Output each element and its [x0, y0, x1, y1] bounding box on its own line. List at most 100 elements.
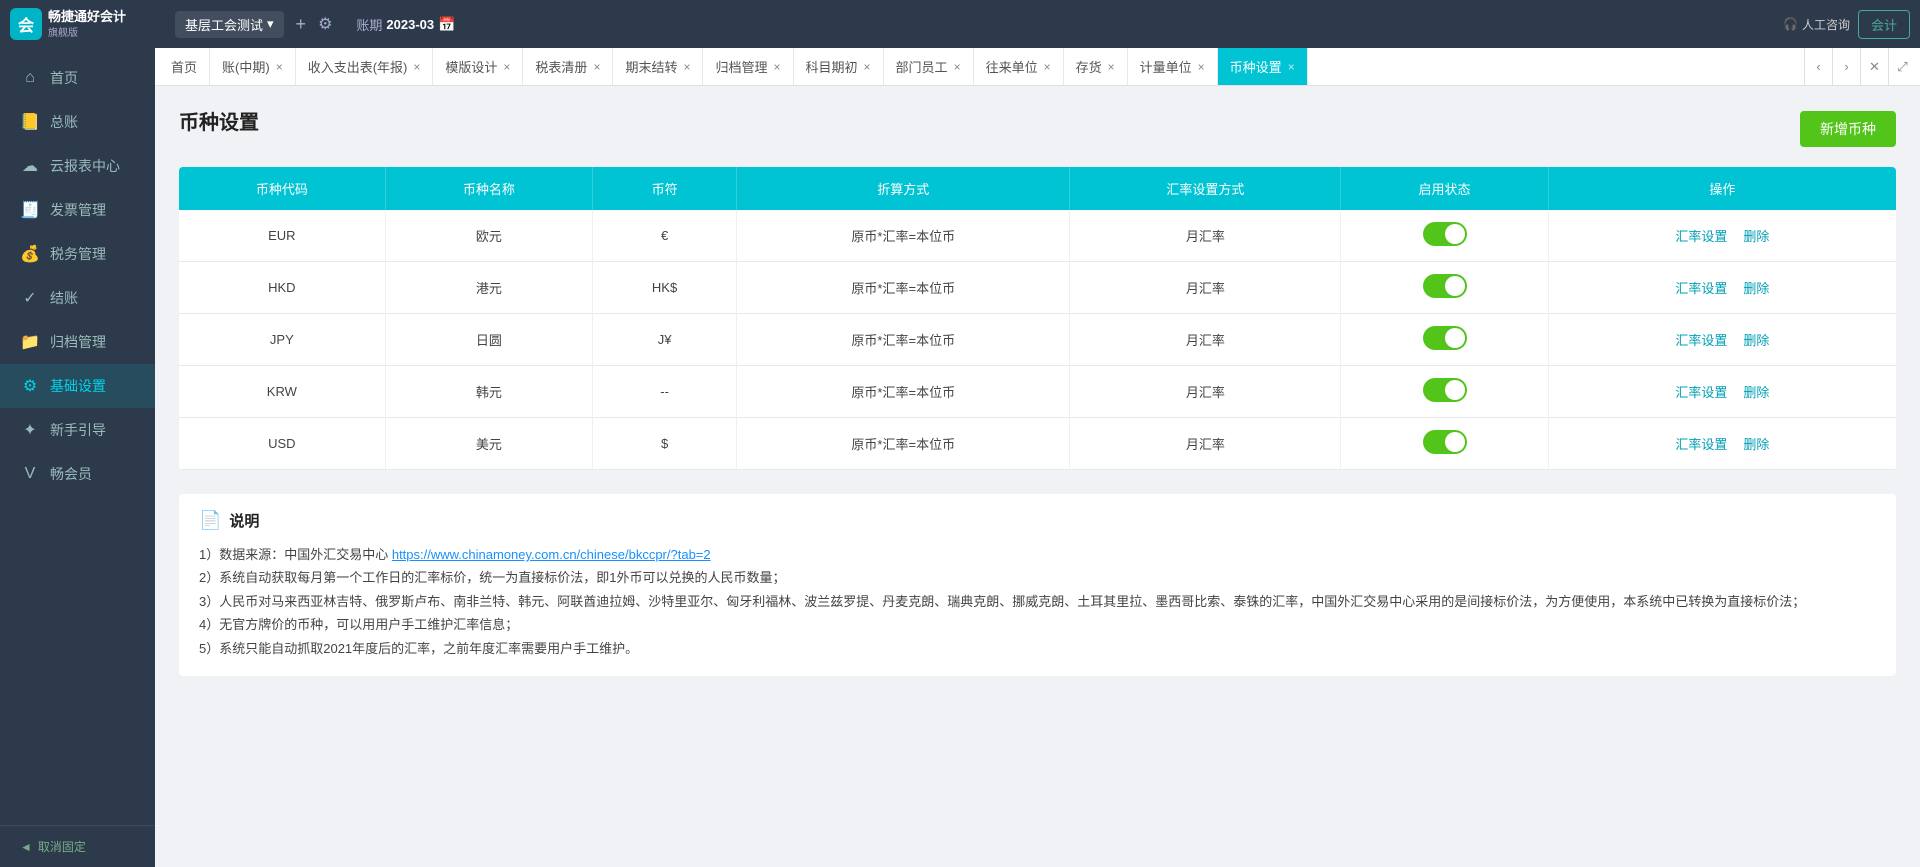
- tab-label-balance: 账(中期): [222, 57, 270, 76]
- delete-link-HKD[interactable]: 删除: [1743, 281, 1769, 296]
- tab-home[interactable]: 首页: [159, 48, 210, 86]
- table-row: USD美元$原币*汇率=本位币月汇率汇率设置删除: [179, 418, 1896, 470]
- tab-income[interactable]: 收入支出表(年报)×: [296, 48, 434, 86]
- add-tab-btn[interactable]: +: [296, 14, 307, 35]
- tab-label-archive: 归档管理: [715, 57, 767, 76]
- tab-expand-btn[interactable]: ⤢: [1888, 48, 1916, 86]
- tab-close-all-btn[interactable]: ✕: [1860, 48, 1888, 86]
- tab-close-unit[interactable]: ×: [1198, 60, 1205, 74]
- toggle-enabled-HKD[interactable]: [1423, 274, 1467, 298]
- cell-actions: 汇率设置 删除: [1548, 210, 1896, 262]
- toggle-enabled-JPY[interactable]: [1423, 326, 1467, 350]
- notice-item: 4）无官方牌价的币种，可以用用户手工维护汇率信息；: [199, 613, 1876, 636]
- tab-balance[interactable]: 账(中期) ×: [210, 48, 296, 86]
- tab-subject[interactable]: 科目期初×: [794, 48, 884, 86]
- notice-list: 1）数据来源：中国外汇交易中心 https://www.chinamoney.c…: [199, 543, 1876, 660]
- table-row: HKD港元HK$原币*汇率=本位币月汇率汇率设置删除: [179, 262, 1896, 314]
- rate-setting-link-USD[interactable]: 汇率设置: [1675, 437, 1727, 452]
- tab-close-tax[interactable]: ×: [593, 60, 600, 74]
- tab-unit[interactable]: 计量单位×: [1128, 48, 1218, 86]
- logo-name: 畅捷通好会计: [48, 9, 126, 25]
- pin-icon: ◄: [20, 840, 32, 854]
- cell-conversion: 原币*汇率=本位币: [737, 418, 1070, 470]
- sidebar-item-report[interactable]: ☁云报表中心: [0, 144, 155, 188]
- toggle-enabled-USD[interactable]: [1423, 430, 1467, 454]
- cell-rate-type: 月汇率: [1070, 366, 1341, 418]
- tab-next-btn[interactable]: ›: [1832, 48, 1860, 86]
- tab-period[interactable]: 期末结转×: [613, 48, 703, 86]
- toggle-enabled-KRW[interactable]: [1423, 378, 1467, 402]
- toggle-enabled-EUR[interactable]: [1423, 222, 1467, 246]
- cell-rate-type: 月汇率: [1070, 262, 1341, 314]
- sidebar-item-home[interactable]: ⌂首页: [0, 56, 155, 100]
- rate-setting-link-HKD[interactable]: 汇率设置: [1675, 281, 1727, 296]
- sidebar-item-tax[interactable]: 💰税务管理: [0, 232, 155, 276]
- cell-name: 欧元: [385, 210, 592, 262]
- cell-rate-type: 月汇率: [1070, 210, 1341, 262]
- sidebar-item-vip[interactable]: V畅会员: [0, 452, 155, 496]
- notice-item: 1）数据来源：中国外汇交易中心 https://www.chinamoney.c…: [199, 543, 1876, 566]
- sidebar-label-checkout: 结账: [50, 288, 78, 308]
- sidebar-item-invoice[interactable]: 🧾发票管理: [0, 188, 155, 232]
- tab-close-partner[interactable]: ×: [1044, 60, 1051, 74]
- tab-tax[interactable]: 税表清册 ×: [523, 48, 613, 86]
- new-currency-button[interactable]: 新增币种: [1800, 111, 1896, 147]
- cell-code: USD: [179, 418, 385, 470]
- sidebar-item-archive[interactable]: 📁归档管理: [0, 320, 155, 364]
- tab-close-template[interactable]: ×: [503, 60, 510, 74]
- rate-setting-link-EUR[interactable]: 汇率设置: [1675, 229, 1727, 244]
- rate-setting-link-JPY[interactable]: 汇率设置: [1675, 333, 1727, 348]
- tab-currency[interactable]: 币种设置×: [1218, 48, 1308, 86]
- tab-close-stock[interactable]: ×: [1108, 60, 1115, 74]
- page-content: 币种设置 新增币种 币种代码币种名称币符折算方式汇率设置方式启用状态操作 EUR…: [155, 86, 1920, 867]
- delete-link-KRW[interactable]: 删除: [1743, 385, 1769, 400]
- cell-symbol: €: [593, 210, 737, 262]
- sidebar-footer[interactable]: ◄ 取消固定: [0, 825, 155, 867]
- calendar-icon[interactable]: 📅: [438, 16, 455, 33]
- period-label: 账期: [356, 15, 382, 34]
- delete-link-USD[interactable]: 删除: [1743, 437, 1769, 452]
- tab-stock[interactable]: 存货×: [1064, 48, 1128, 86]
- toggle-knob: [1445, 328, 1465, 348]
- tab-close-currency[interactable]: ×: [1288, 60, 1295, 74]
- sidebar-item-ledger[interactable]: 📒总账: [0, 100, 155, 144]
- cell-conversion: 原币*汇率=本位币: [737, 210, 1070, 262]
- notice-link[interactable]: https://www.chinamoney.com.cn/chinese/bk…: [392, 547, 711, 562]
- delete-link-EUR[interactable]: 删除: [1743, 229, 1769, 244]
- company-select[interactable]: 基层工会测试 ▾: [175, 11, 284, 38]
- tab-close-archive[interactable]: ×: [774, 60, 781, 74]
- sidebar-label-invoice: 发票管理: [50, 200, 106, 220]
- tab-label-dept: 部门员工: [896, 57, 948, 76]
- sidebar-label-archive: 归档管理: [50, 332, 106, 352]
- cell-enabled: [1341, 262, 1548, 314]
- sidebar-label-tax: 税务管理: [50, 244, 106, 264]
- page-header-area: 币种设置 新增币种: [179, 106, 1896, 151]
- tab-close-subject[interactable]: ×: [864, 60, 871, 74]
- sidebar-item-guide[interactable]: ✦新手引导: [0, 408, 155, 452]
- tab-close-dept[interactable]: ×: [954, 60, 961, 74]
- cell-enabled: [1341, 210, 1548, 262]
- tab-prev-btn[interactable]: ‹: [1804, 48, 1832, 86]
- notice-icon: 📄: [199, 510, 221, 531]
- tab-label-tax: 税表清册: [535, 57, 587, 76]
- tab-dept[interactable]: 部门员工 ×: [884, 48, 974, 86]
- settings-icon[interactable]: ⚙: [318, 14, 332, 34]
- help-button[interactable]: 🎧 人工咨询: [1783, 16, 1850, 33]
- rate-setting-link-KRW[interactable]: 汇率设置: [1675, 385, 1727, 400]
- sidebar-icon-report: ☁: [20, 156, 40, 176]
- tab-close-income[interactable]: ×: [413, 60, 420, 74]
- cell-actions: 汇率设置 删除: [1548, 418, 1896, 470]
- sidebar-item-checkout[interactable]: ✓结账: [0, 276, 155, 320]
- tab-close-balance[interactable]: ×: [276, 60, 283, 74]
- cell-code: HKD: [179, 262, 385, 314]
- tab-template[interactable]: 模版设计×: [433, 48, 523, 86]
- account-button[interactable]: 会计: [1858, 10, 1910, 39]
- tab-archive[interactable]: 归档管理 ×: [703, 48, 793, 86]
- delete-link-JPY[interactable]: 删除: [1743, 333, 1769, 348]
- tab-close-period[interactable]: ×: [683, 60, 690, 74]
- sidebar-icon-ledger: 📒: [20, 112, 40, 132]
- table-header: 币符: [593, 167, 737, 210]
- sidebar-item-settings[interactable]: ⚙基础设置: [0, 364, 155, 408]
- sidebar-icon-vip: V: [20, 465, 40, 483]
- tab-partner[interactable]: 往来单位×: [974, 48, 1064, 86]
